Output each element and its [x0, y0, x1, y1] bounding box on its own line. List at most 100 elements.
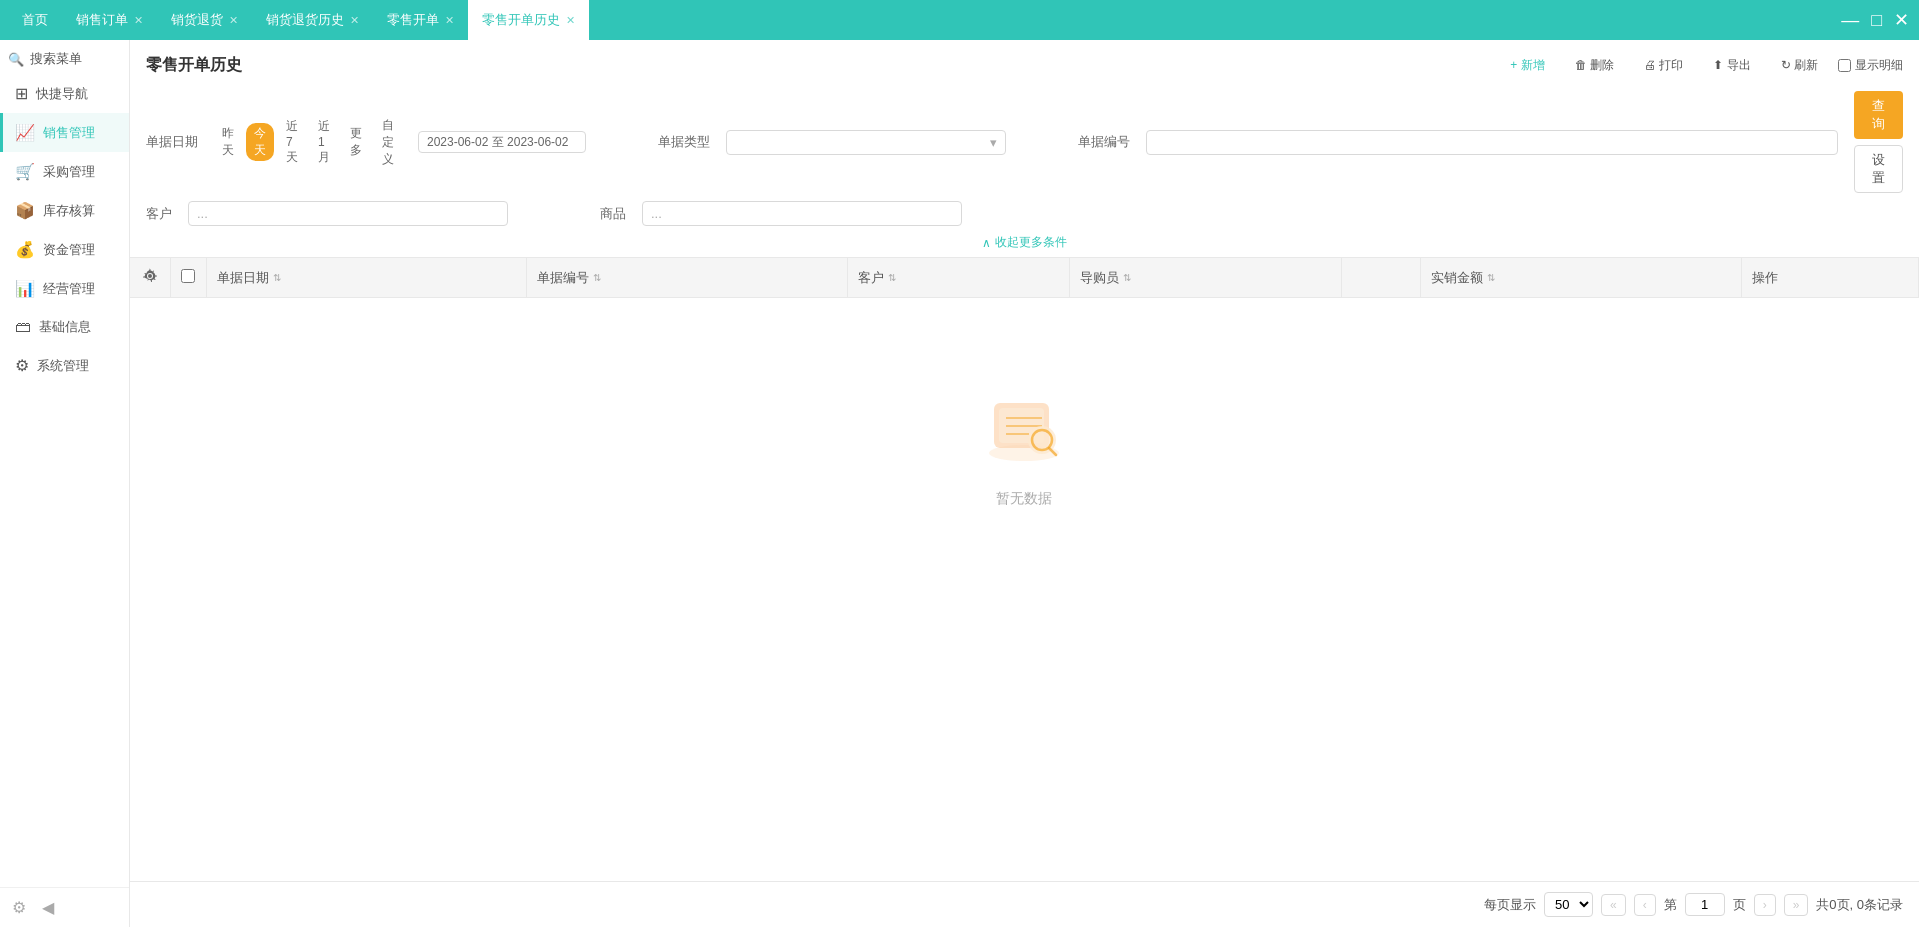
product-filter-input[interactable]: ...	[642, 201, 962, 226]
window-maximize-button[interactable]: □	[1869, 8, 1884, 33]
date-opt-yesterday[interactable]: 昨天	[214, 123, 242, 161]
table-header: 单据日期 ⇅ 单据编号 ⇅ 客户	[130, 258, 1919, 298]
collapse-more-button[interactable]: ∧ 收起更多条件	[146, 230, 1903, 257]
col-number[interactable]: 单据编号 ⇅	[527, 258, 848, 298]
pagination-bar: 每页显示 50 « ‹ 第 页 › » 共0页, 0条记录	[130, 881, 1919, 927]
date-opt-more[interactable]: 更多	[342, 123, 370, 161]
print-button[interactable]: 🖨 打印	[1634, 52, 1693, 79]
first-page-button[interactable]: «	[1601, 894, 1626, 916]
add-button[interactable]: + 新增	[1500, 52, 1554, 79]
chevron-up-icon: ∧	[982, 236, 991, 250]
tab-retail-open[interactable]: 零售开单 ✕	[373, 0, 468, 40]
close-icon[interactable]: ✕	[134, 14, 143, 27]
tab-retail-open-history[interactable]: 零售开单历史 ✕	[468, 0, 589, 40]
search-icon: 🔍	[8, 52, 24, 67]
delete-button[interactable]: 🗑 删除	[1565, 52, 1624, 79]
col-customer[interactable]: 客户 ⇅	[847, 258, 1070, 298]
inventory-icon: 📦	[15, 201, 35, 220]
page-title-bar: 零售开单历史 + 新增 🗑 删除 🖨 打印 ⬆ 导出 ↻ 刷新 显示明细	[146, 52, 1903, 79]
col-settings[interactable]	[130, 258, 170, 298]
number-filter-input[interactable]	[1146, 130, 1838, 155]
sidebar-footer: ⚙ ◀	[0, 887, 129, 927]
tab-sales-order[interactable]: 销售订单 ✕	[62, 0, 157, 40]
col-date-label: 单据日期	[217, 269, 269, 287]
query-button[interactable]: 查询	[1854, 91, 1903, 139]
date-opt-1month[interactable]: 近1月	[310, 116, 338, 168]
sidebar-item-purchase-mgmt[interactable]: 🛒 采购管理	[0, 152, 129, 191]
sidebar-item-quick-nav[interactable]: ⊞ 快捷导航	[0, 74, 129, 113]
prev-page-button[interactable]: ‹	[1634, 894, 1656, 916]
product-placeholder: ...	[651, 206, 662, 221]
tab-sales-return[interactable]: 销货退货 ✕	[157, 0, 252, 40]
date-opt-7days[interactable]: 近7天	[278, 116, 306, 168]
col-actions-label: 操作	[1752, 270, 1778, 285]
number-filter-label: 单据编号	[1078, 133, 1130, 151]
sidebar-item-finance-label: 资金管理	[43, 241, 95, 259]
top-navigation: 首页 销售订单 ✕ 销货退货 ✕ 销货退货历史 ✕ 零售开单 ✕ 零售开单历史 …	[0, 0, 1919, 40]
quick-nav-icon: ⊞	[15, 84, 28, 103]
customer-filter-input[interactable]: ...	[188, 201, 508, 226]
next-page-button[interactable]: ›	[1754, 894, 1776, 916]
col-actions: 操作	[1741, 258, 1918, 298]
sort-amount-icon[interactable]: ⇅	[1487, 272, 1495, 283]
sidebar-item-operations-label: 经营管理	[43, 280, 95, 298]
sort-number-icon[interactable]: ⇅	[593, 272, 601, 283]
date-range-input[interactable]	[418, 131, 586, 153]
page-size-label: 每页显示	[1484, 896, 1536, 914]
close-icon[interactable]: ✕	[229, 14, 238, 27]
tab-sales-return-history[interactable]: 销货退货历史 ✕	[252, 0, 373, 40]
sort-salesperson-icon[interactable]: ⇅	[1123, 272, 1131, 283]
system-icon: ⚙	[15, 356, 29, 375]
settings-button[interactable]: 设置	[1854, 145, 1903, 193]
close-icon[interactable]: ✕	[566, 14, 575, 27]
empty-state: 暂无数据	[130, 298, 1919, 548]
sidebar-item-operations[interactable]: 📊 经营管理	[0, 269, 129, 308]
sidebar-item-finance[interactable]: 💰 资金管理	[0, 230, 129, 269]
tab-sales-order-label: 销售订单	[76, 11, 128, 29]
col-amount[interactable]: 实销金额 ⇅	[1421, 258, 1742, 298]
last-page-button[interactable]: »	[1784, 894, 1809, 916]
sidebar-item-inventory-label: 库存核算	[43, 202, 95, 220]
select-all-checkbox[interactable]	[181, 269, 195, 283]
sort-customer-icon[interactable]: ⇅	[888, 272, 896, 283]
page-number-input[interactable]	[1685, 893, 1725, 916]
empty-state-text: 暂无数据	[996, 490, 1052, 508]
col-check[interactable]	[170, 258, 206, 298]
tab-retail-open-history-label: 零售开单历史	[482, 11, 560, 29]
settings-gear-icon	[142, 268, 158, 284]
sidebar-item-sales-mgmt[interactable]: 📈 销售管理	[0, 113, 129, 152]
date-opt-today[interactable]: 今天	[246, 123, 274, 161]
col-customer-label: 客户	[858, 269, 884, 287]
display-toggle[interactable]: 显示明细	[1838, 57, 1903, 74]
refresh-button[interactable]: ↻ 刷新	[1771, 52, 1828, 79]
sort-date-icon[interactable]: ⇅	[273, 272, 281, 283]
sidebar-item-system-label: 系统管理	[37, 357, 89, 375]
display-toggle-checkbox[interactable]	[1838, 59, 1851, 72]
sidebar-item-inventory[interactable]: 📦 库存核算	[0, 191, 129, 230]
col-date[interactable]: 单据日期 ⇅	[206, 258, 527, 298]
page-label-prefix: 第	[1664, 896, 1677, 914]
window-minimize-button[interactable]: —	[1839, 8, 1861, 33]
export-button[interactable]: ⬆ 导出	[1703, 52, 1760, 79]
date-opt-custom[interactable]: 自定义	[374, 115, 402, 170]
sidebar-item-purchase-mgmt-label: 采购管理	[43, 163, 95, 181]
sidebar-item-basic-info-label: 基础信息	[39, 318, 91, 336]
sidebar-search[interactable]: 🔍 搜索菜单	[0, 40, 129, 74]
window-close-button[interactable]: ✕	[1892, 7, 1911, 33]
col-amount-label: 实销金额	[1431, 269, 1483, 287]
sidebar-footer-gear-button[interactable]: ⚙	[12, 898, 26, 917]
sidebar-item-sales-mgmt-label: 销售管理	[43, 124, 95, 142]
close-icon[interactable]: ✕	[445, 14, 454, 27]
sidebar-item-system[interactable]: ⚙ 系统管理	[0, 346, 129, 385]
type-filter-select[interactable]: ▾	[726, 130, 1006, 155]
col-salesperson[interactable]: 导购员 ⇅	[1070, 258, 1342, 298]
page-size-select[interactable]: 50	[1544, 892, 1593, 917]
page-header: 零售开单历史 + 新增 🗑 删除 🖨 打印 ⬆ 导出 ↻ 刷新 显示明细	[130, 40, 1919, 258]
sidebar-collapse-button[interactable]: ◀	[42, 898, 54, 917]
close-icon[interactable]: ✕	[350, 14, 359, 27]
tab-home[interactable]: 首页	[8, 0, 62, 40]
toolbar: + 新增 🗑 删除 🖨 打印 ⬆ 导出 ↻ 刷新 显示明细	[1500, 52, 1903, 79]
display-toggle-label: 显示明细	[1855, 57, 1903, 74]
table-area: 单据日期 ⇅ 单据编号 ⇅ 客户	[130, 258, 1919, 881]
sidebar-item-basic-info[interactable]: 🗃 基础信息	[0, 308, 129, 346]
